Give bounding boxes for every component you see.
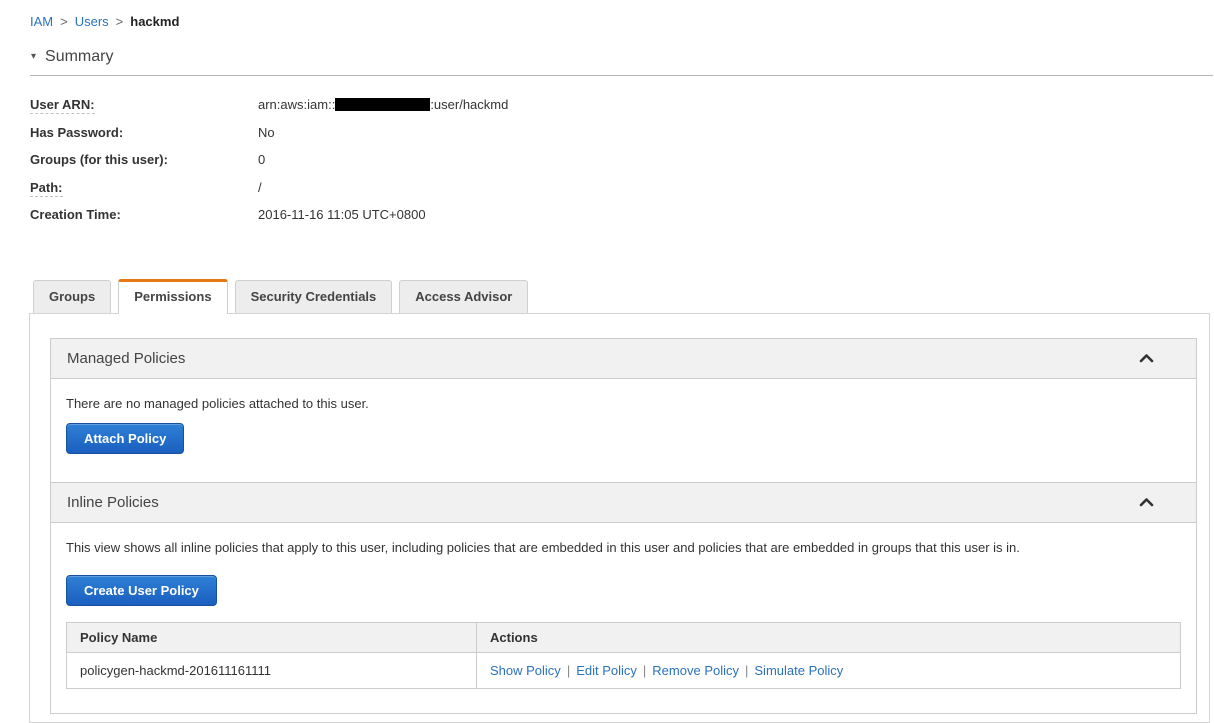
action-separator: | (642, 662, 647, 678)
groups-count-value: 0 (258, 152, 266, 167)
inline-policies-collapse-button[interactable] (1139, 497, 1180, 507)
breadcrumb-link-users[interactable]: Users (75, 14, 109, 29)
field-row-groups: Groups (for this user): 0 (30, 146, 1214, 174)
tab-groups[interactable]: Groups (33, 279, 112, 313)
attach-policy-button[interactable]: Attach Policy (66, 422, 185, 454)
inline-policies-header: Inline Policies (51, 481, 1196, 523)
tab-security-credentials[interactable]: Security Credentials (234, 279, 393, 313)
policy-name-cell: policygen-hackmd-201611161111 (66, 651, 477, 689)
summary-section-header: ▾ Summary (31, 48, 1214, 66)
table-header-row: Policy Name Actions (66, 621, 1181, 653)
field-row-creation-time: Creation Time: 2016-11-16 11:05 UTC+0800 (30, 201, 1214, 229)
collapse-triangle-icon[interactable]: ▾ (31, 51, 36, 62)
field-row-user-arn: User ARN: arn:aws:iam:::user/hackmd (30, 91, 1214, 119)
creation-time-value: 2016-11-16 11:05 UTC+0800 (258, 207, 426, 222)
permissions-tab-panel: Managed Policies There are no managed po… (29, 312, 1210, 723)
show-policy-link[interactable]: Show Policy (490, 663, 561, 678)
path-value: / (258, 179, 262, 195)
managed-policies-empty-text: There are no managed policies attached t… (66, 395, 369, 411)
column-header-policy-name: Policy Name (66, 621, 477, 653)
action-separator: | (745, 662, 749, 678)
summary-title: Summary (45, 48, 114, 65)
summary-divider (30, 75, 1213, 76)
edit-policy-link[interactable]: Edit Policy (576, 663, 637, 678)
inline-policies-title: Inline Policies (67, 493, 159, 511)
action-separator: | (566, 662, 571, 678)
inline-policies-description: This view shows all inline policies that… (66, 539, 1020, 555)
breadcrumb-current-user: hackmd (130, 14, 180, 29)
has-password-value: No (258, 124, 275, 140)
field-label: Groups (for this user): (30, 152, 168, 167)
breadcrumb: IAM > Users > hackmd (0, 0, 1214, 29)
field-label: Creation Time: (30, 207, 121, 222)
managed-policies-body: There are no managed policies attached t… (51, 379, 1196, 482)
tab-bar: Groups Permissions Security Credentials … (33, 278, 1214, 314)
field-label: User ARN: (30, 97, 95, 114)
breadcrumb-link-iam[interactable]: IAM (30, 14, 53, 29)
field-label: Path: (30, 179, 63, 197)
policies-sections-container: Managed Policies There are no managed po… (50, 337, 1197, 714)
managed-policies-collapse-button[interactable] (1139, 353, 1180, 363)
create-user-policy-button[interactable]: Create User Policy (66, 574, 217, 606)
tab-permissions[interactable]: Permissions (118, 278, 228, 314)
remove-policy-link[interactable]: Remove Policy (652, 663, 739, 678)
managed-policies-header: Managed Policies (51, 338, 1196, 379)
summary-fields: User ARN: arn:aws:iam:::user/hackmd Has … (30, 91, 1214, 229)
field-label: Has Password: (30, 124, 124, 140)
tab-access-advisor[interactable]: Access Advisor (399, 279, 529, 313)
inline-policies-table: Policy Name Actions policygen-hackmd-201… (66, 621, 1181, 689)
chevron-up-icon (1139, 354, 1154, 363)
breadcrumb-separator: > (115, 14, 124, 29)
simulate-policy-link[interactable]: Simulate Policy (754, 663, 843, 678)
user-arn-value: arn:aws:iam:::user/hackmd (258, 97, 509, 112)
column-header-actions: Actions (476, 621, 1181, 653)
chevron-up-icon (1139, 498, 1154, 507)
managed-policies-title: Managed Policies (67, 349, 186, 367)
inline-policies-body: This view shows all inline policies that… (51, 523, 1196, 713)
table-row: policygen-hackmd-201611161111 Show Polic… (66, 651, 1181, 689)
breadcrumb-separator: > (60, 14, 68, 29)
policy-actions-cell: Show Policy | Edit Policy | Remove Policy | Si… (476, 651, 1181, 689)
field-row-path: Path: / (30, 174, 1214, 202)
redacted-account-id (335, 98, 431, 111)
field-row-has-password: Has Password: No (30, 119, 1214, 147)
